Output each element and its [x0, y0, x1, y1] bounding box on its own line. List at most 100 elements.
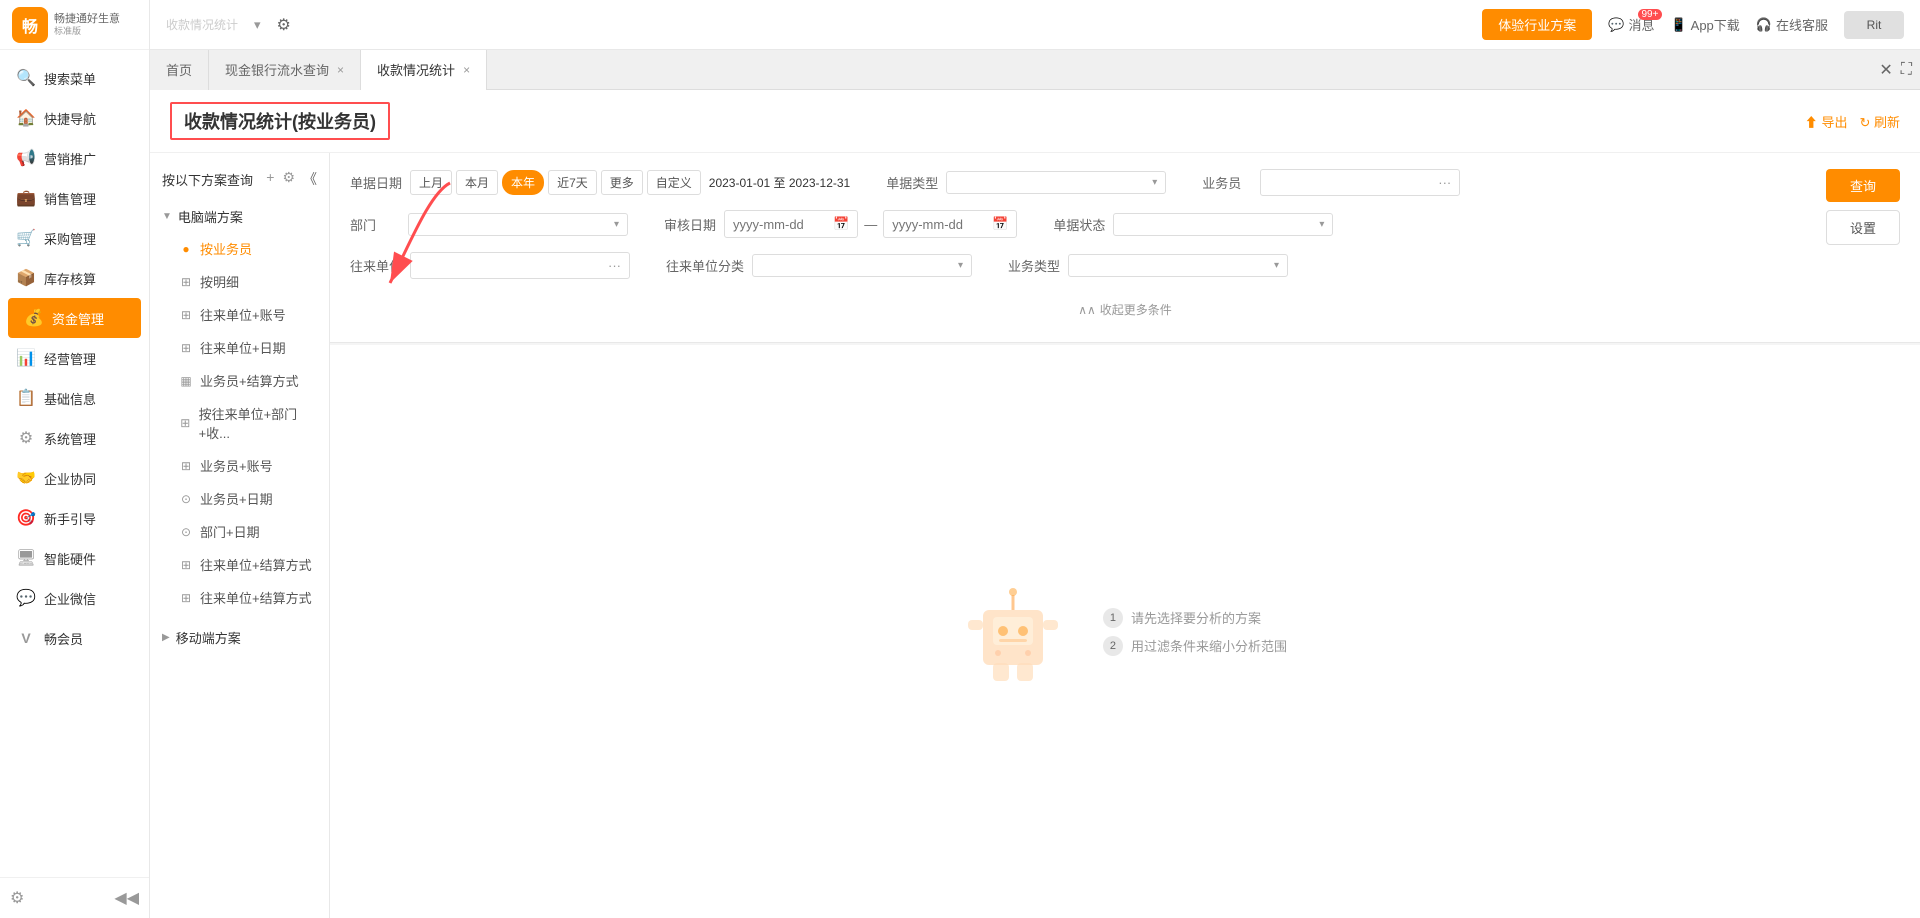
- date-btn-more[interactable]: 更多: [601, 170, 643, 195]
- trial-btn[interactable]: 体验行业方案: [1482, 9, 1592, 40]
- scheme-active-icon: ●: [178, 241, 194, 257]
- sidebar-item-member[interactable]: V 畅会员: [0, 618, 149, 658]
- scheme-item-partner-payment1[interactable]: ⊞ 往来单位+结算方式: [150, 548, 329, 581]
- mobile-scheme-group: ▶ 移动端方案: [150, 618, 329, 657]
- filter-review-date-item: 审核日期 📅 — 📅: [664, 210, 1017, 238]
- desktop-scheme-group: ▼ 电脑端方案 ● 按业务员 ⊞ 按明细 ⊞ 往来单位+账号: [150, 197, 329, 618]
- export-btn[interactable]: ⬆ 导出: [1805, 112, 1848, 131]
- filter-row-3: 往来单位 ··· 往来单位分类 ▾: [350, 252, 1900, 279]
- sidebar-item-search[interactable]: 🔍 搜索菜单: [0, 58, 149, 98]
- user-avatar[interactable]: Rit: [1844, 11, 1904, 39]
- msg-btn[interactable]: 💬 消息 99+: [1608, 15, 1654, 34]
- doctype-label: 单据类型: [886, 173, 938, 192]
- scheme-item-salesman-payment[interactable]: ▦ 业务员+结算方式: [150, 364, 329, 397]
- scheme-item-dept-date[interactable]: ⊙ 部门+日期: [150, 515, 329, 548]
- scheme-partner-pay1-icon: ⊞: [178, 557, 194, 573]
- sidebar-settings-btn[interactable]: ⚙: [10, 888, 24, 908]
- calendar-icon-to[interactable]: 📅: [992, 216, 1008, 232]
- wechat-icon: 💬: [16, 588, 36, 608]
- sidebar-item-guide[interactable]: 🎯 新手引导: [0, 498, 149, 538]
- date-btn-7days[interactable]: 近7天: [548, 170, 597, 195]
- sidebar: 畅 畅捷通好生意 标准版 🔍 搜索菜单 🏠 快捷导航 📢 营销推广 💼: [0, 0, 150, 918]
- query-btn[interactable]: 查询: [1826, 169, 1900, 202]
- filter-settings-btn[interactable]: 设置: [1826, 210, 1900, 245]
- filter-salesman-item: 业务员 ···: [1202, 169, 1460, 196]
- scheme-detail-icon: ⊞: [178, 274, 194, 290]
- desktop-scheme-header[interactable]: ▼ 电脑端方案: [150, 201, 329, 232]
- export-icon: ⬆: [1805, 115, 1818, 130]
- sidebar-item-quicknav[interactable]: 🏠 快捷导航: [0, 98, 149, 138]
- date-btn-this-year[interactable]: 本年: [502, 170, 544, 195]
- logo-area: 畅 畅捷通好生意 标准版: [0, 0, 149, 50]
- review-date-to[interactable]: [892, 217, 992, 232]
- partner-category-label: 往来单位分类: [666, 256, 744, 275]
- sidebar-item-sales[interactable]: 💼 销售管理: [0, 178, 149, 218]
- robot-svg: [963, 575, 1063, 685]
- scheme-settings-btn[interactable]: ⚙: [282, 169, 295, 189]
- download-icon: 📱: [1670, 17, 1686, 33]
- scheme-item-partner-payment2[interactable]: ⊞ 往来单位+结算方式: [150, 581, 329, 614]
- sidebar-item-hardware[interactable]: 🖥 智能硬件: [0, 538, 149, 578]
- empty-tip-1: 1 请先选择要分析的方案: [1103, 608, 1287, 628]
- add-scheme-btn[interactable]: +: [266, 169, 274, 189]
- salesman-more-icon[interactable]: ···: [1438, 175, 1451, 190]
- scheme-item-salesman-date[interactable]: ⊙ 业务员+日期: [150, 482, 329, 515]
- hardware-icon: 🖥: [16, 548, 36, 568]
- sales-icon: 💼: [16, 188, 36, 208]
- sidebar-item-inventory[interactable]: 📦 库存核算: [0, 258, 149, 298]
- sidebar-footer: ⚙ ◀◀: [0, 877, 149, 918]
- sidebar-collapse-btn[interactable]: ◀◀: [114, 888, 139, 908]
- sidebar-item-marketing[interactable]: 📢 营销推广: [0, 138, 149, 178]
- sidebar-item-basic[interactable]: 📋 基础信息: [0, 378, 149, 418]
- filter-dept-item: 部门 ▾: [350, 213, 628, 236]
- tab-receipt[interactable]: 收款情况统计 ×: [361, 50, 487, 90]
- scheme-item-salesman-account[interactable]: ⊞ 业务员+账号: [150, 449, 329, 482]
- scheme-item-detail[interactable]: ⊞ 按明细: [150, 265, 329, 298]
- partner-more-icon[interactable]: ···: [608, 258, 621, 273]
- calendar-icon-from[interactable]: 📅: [833, 216, 849, 232]
- refresh-btn[interactable]: ↻ 刷新: [1859, 112, 1900, 131]
- tab-home[interactable]: 首页: [150, 50, 209, 90]
- date-btn-this-month[interactable]: 本月: [456, 170, 498, 195]
- date-btn-custom[interactable]: 自定义: [647, 170, 701, 195]
- sidebar-item-purchase[interactable]: 🛒 采购管理: [0, 218, 149, 258]
- window-maximize-btn[interactable]: ⛶: [1901, 61, 1912, 79]
- sidebar-item-wechat[interactable]: 💬 企业微信: [0, 578, 149, 618]
- filter-row-1: 单据日期 上月 本月 本年 近7天 更多 自定义 2023-01-01: [350, 169, 1900, 196]
- tab-bank-close[interactable]: ×: [337, 63, 344, 77]
- partner-category-dropdown-icon: ▾: [958, 260, 963, 271]
- mobile-scheme-header[interactable]: ▶ 移动端方案: [150, 622, 329, 653]
- scheme-item-partner-date[interactable]: ⊞ 往来单位+日期: [150, 331, 329, 364]
- scheme-item-partner-account[interactable]: ⊞ 往来单位+账号: [150, 298, 329, 331]
- biztype-label: 业务类型: [1008, 256, 1060, 275]
- scheme-partner-dept-icon: ⊞: [178, 415, 193, 431]
- collapse-conditions-btn[interactable]: ∧∧ 收起更多条件: [350, 293, 1900, 326]
- sidebar-item-system[interactable]: ⚙ 系统管理: [0, 418, 149, 458]
- tab-receipt-close[interactable]: ×: [463, 63, 470, 77]
- filter-partner-item: 往来单位 ···: [350, 252, 630, 279]
- sidebar-item-enterprise[interactable]: 🤝 企业协同: [0, 458, 149, 498]
- inventory-icon: 📦: [16, 268, 36, 288]
- date-btn-last-month[interactable]: 上月: [410, 170, 452, 195]
- review-date-from[interactable]: [733, 217, 833, 232]
- sidebar-item-operations[interactable]: 📊 经营管理: [0, 338, 149, 378]
- scheme-partner-date-icon: ⊞: [178, 340, 194, 356]
- online-service-btn[interactable]: 🎧 在线客服: [1756, 15, 1828, 34]
- empty-state: 1 请先选择要分析的方案 2 用过滤条件来缩小分析范围: [330, 345, 1920, 918]
- topbar-gear-btn[interactable]: ⚙: [277, 15, 291, 35]
- msg-icon: 💬: [1608, 17, 1624, 33]
- tab-bank[interactable]: 现金银行流水查询 ×: [209, 50, 361, 90]
- filter-row-2: 部门 ▾ 审核日期 📅: [350, 210, 1900, 238]
- page-header-actions: ⬆ 导出 ↻ 刷新: [1805, 112, 1900, 131]
- collapse-panel-btn[interactable]: 《: [303, 169, 317, 189]
- filter-doctype-item: 单据类型 ▾: [886, 171, 1166, 194]
- biztype-dropdown-icon: ▾: [1274, 260, 1279, 271]
- sidebar-item-finance[interactable]: 💰 资金管理: [8, 298, 141, 338]
- scheme-item-salesman[interactable]: ● 按业务员: [150, 232, 329, 265]
- topbar-dropdown-arrow[interactable]: ▾: [254, 17, 261, 33]
- scheme-item-partner-dept[interactable]: ⊞ 按往来单位+部门+收...: [150, 397, 329, 449]
- topbar-left: 收款情况统计 ▾ ⚙: [166, 15, 291, 35]
- window-close-btn[interactable]: ✕: [1879, 60, 1892, 80]
- app-download-btn[interactable]: 📱 App下载: [1670, 15, 1739, 34]
- salesman-label: 业务员: [1202, 173, 1252, 192]
